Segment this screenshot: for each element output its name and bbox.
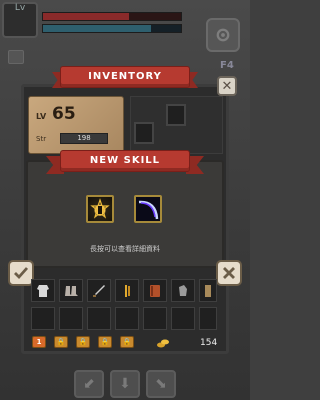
close-icon: ✕ <box>221 78 233 94</box>
inventory-slot-boots[interactable] <box>59 279 83 302</box>
inventory-slot-empty[interactable] <box>115 307 139 330</box>
level-value: 65 <box>52 104 76 124</box>
golden-aura-skill-icon[interactable] <box>86 195 114 223</box>
inventory-page-tab-1[interactable]: 1 <box>32 336 46 348</box>
inventory-close-button[interactable]: ✕ <box>217 76 237 96</box>
inventory-slot-empty[interactable] <box>171 307 195 330</box>
settings-button[interactable] <box>206 18 240 52</box>
cancel-button[interactable] <box>216 260 242 286</box>
inventory-slot-empty[interactable] <box>199 307 217 330</box>
inventory-page-tab-locked[interactable]: 🔒 <box>76 336 90 348</box>
hp-bar <box>42 12 182 21</box>
new-skill-title: NEW SKILL <box>89 155 161 166</box>
lock-icon: 🔒 <box>122 338 132 346</box>
str-value: 198 <box>77 134 91 142</box>
scroll-icon <box>205 284 211 297</box>
level-label: LV <box>36 112 47 121</box>
mp-bar <box>42 24 182 33</box>
close-icon <box>223 267 235 279</box>
status-chip <box>8 50 24 64</box>
checkmark-icon <box>14 267 29 280</box>
lock-icon: 🔒 <box>100 338 110 346</box>
lock-icon: 🔒 <box>56 338 66 346</box>
move-right-button[interactable]: ⬊ <box>146 370 176 398</box>
inventory-slot-empty[interactable] <box>31 307 55 330</box>
coin-count: 154 <box>200 338 218 348</box>
equipment-slot[interactable] <box>134 122 154 144</box>
skill-hint-text: 長按可以查看詳細資料 <box>90 245 160 253</box>
sword-icon <box>93 284 105 297</box>
inventory-slot-empty[interactable] <box>87 307 111 330</box>
inventory-slot-empty[interactable] <box>59 307 83 330</box>
inventory-slot-scroll[interactable] <box>199 279 217 302</box>
lock-icon: 🔒 <box>78 338 88 346</box>
arrow-down-icon: ⬇ <box>119 376 131 392</box>
boots-icon <box>65 285 78 296</box>
inventory-page-tab-locked[interactable]: 🔒 <box>98 336 112 348</box>
inventory-title: INVENTORY <box>88 71 162 82</box>
inventory-slot-staff[interactable] <box>115 279 139 302</box>
coin-icon <box>157 339 169 348</box>
move-left-button[interactable]: ⬋ <box>74 370 104 398</box>
inventory-slot-gauntlet[interactable] <box>171 279 195 302</box>
gear-icon <box>216 28 230 42</box>
move-down-button[interactable]: ⬇ <box>110 370 140 398</box>
gauntlet-icon <box>179 284 187 296</box>
arrow-icon: ⬊ <box>155 376 167 392</box>
inventory-slot-sword[interactable] <box>87 279 111 302</box>
str-label: Str <box>36 135 47 143</box>
inventory-slot-empty[interactable] <box>143 307 167 330</box>
inventory-page-tab-locked[interactable]: 🔒 <box>120 336 134 348</box>
hotkey-label: F4 <box>220 60 234 71</box>
character-stat-card <box>28 96 124 154</box>
inventory-page-tab-locked[interactable]: 🔒 <box>54 336 68 348</box>
golden-staff-icon <box>125 284 130 297</box>
avatar-level-label: Lv <box>14 3 26 13</box>
arrow-icon: ⬋ <box>83 376 95 392</box>
cloth-armor-icon <box>37 284 49 297</box>
equipment-slot[interactable] <box>166 104 186 126</box>
spellbook-icon <box>150 284 160 297</box>
crescent-slash-skill-icon[interactable] <box>134 195 162 223</box>
inventory-slot-armor[interactable] <box>31 279 55 302</box>
inventory-slot-book[interactable] <box>143 279 167 302</box>
